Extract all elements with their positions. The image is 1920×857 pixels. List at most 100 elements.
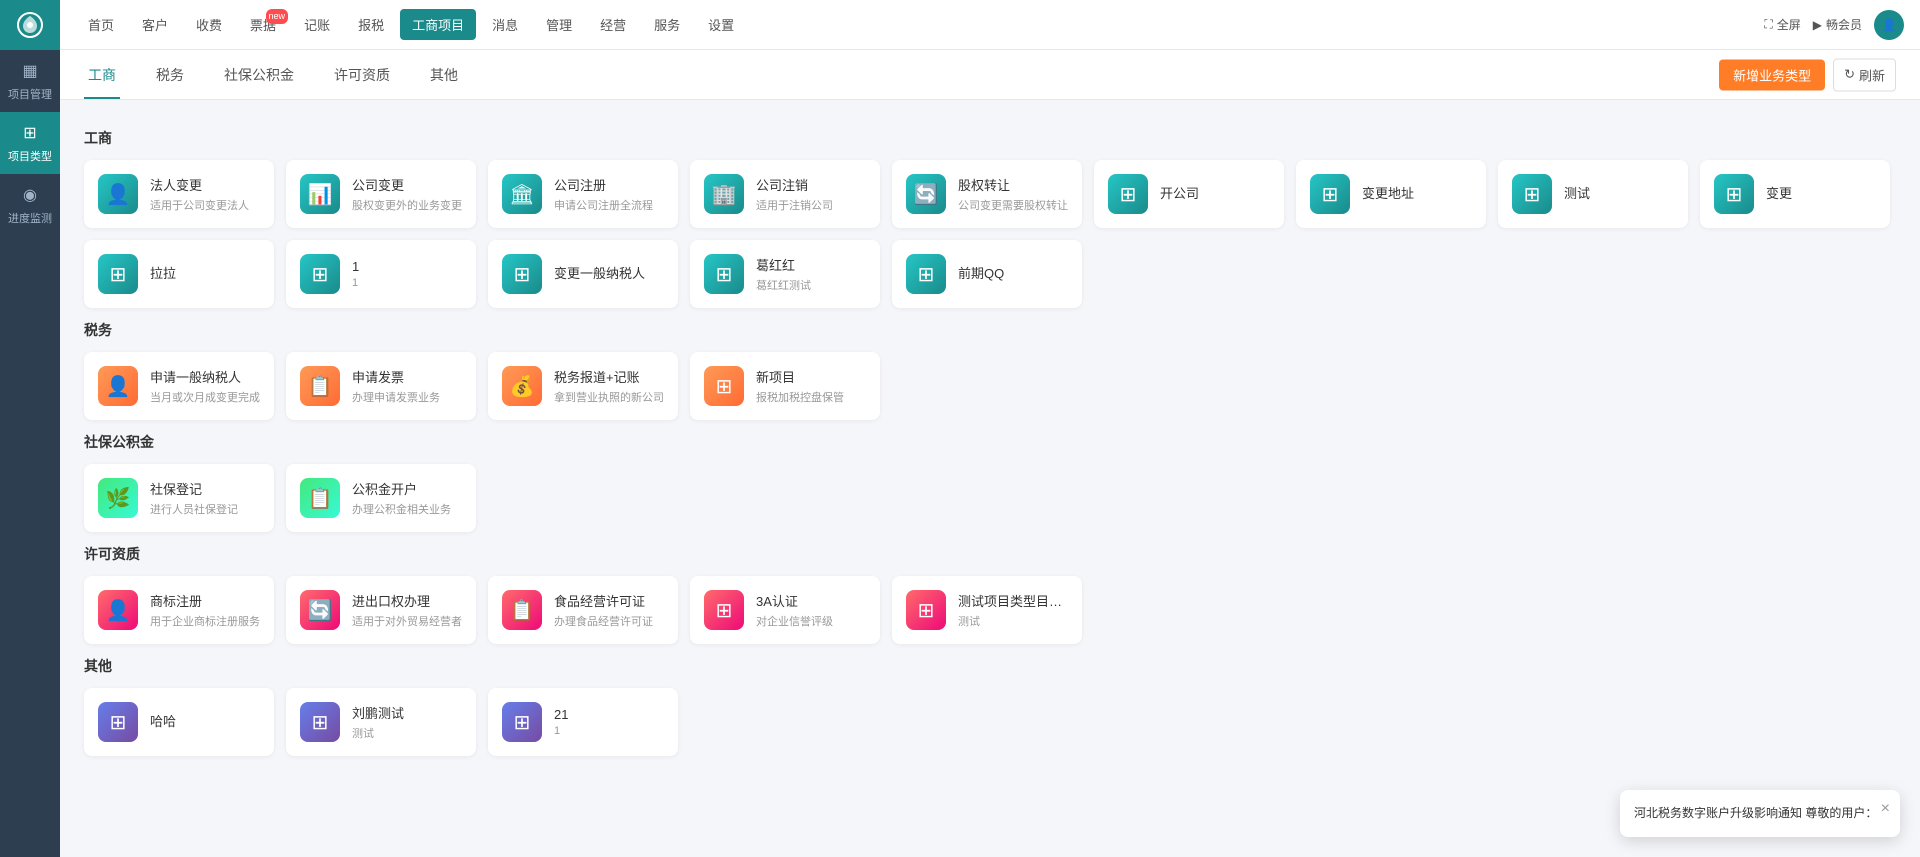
mohong-desc: 葛红红测试 (756, 277, 866, 293)
company-register-icon: 🏛 (502, 174, 542, 214)
main-content: 首页 客户 收费 票据 new 记账 报税 工商项目 消息 管理 经营 服务 设… (60, 0, 1920, 857)
card-apply-taxpayer[interactable]: 👤 申请一般纳税人 当月或次月成变更完成 (84, 352, 274, 420)
sub-navigation: 工商 税务 社保公积金 许可资质 其他 新增业务类型 ↻ 刷新 (60, 50, 1920, 100)
card-tax-report[interactable]: 💰 税务报道+记账 拿到营业执照的新公司 (488, 352, 678, 420)
card-social-register[interactable]: 🌿 社保登记 进行人员社保登记 (84, 464, 274, 532)
top-navigation: 首页 客户 收费 票据 new 记账 报税 工商项目 消息 管理 经营 服务 设… (60, 0, 1920, 50)
nav-billing[interactable]: 收费 (184, 9, 234, 40)
trademark-desc: 用于企业商标注册服务 (150, 613, 260, 629)
card-open-company[interactable]: ⊞ 开公司 (1094, 160, 1284, 228)
card-liupeng-test[interactable]: ⊞ 刘鹏测试 测试 (286, 688, 476, 756)
license-cards-grid: 👤 商标注册 用于企业商标注册服务 🔄 进出口权办理 适用于对外贸易经营者 📋 … (84, 576, 1896, 644)
nav-industry[interactable]: 工商项目 (400, 9, 476, 40)
twenty-one-icon: ⊞ (502, 702, 542, 742)
tax-cards-grid: 👤 申请一般纳税人 当月或次月成变更完成 📋 申请发票 办理申请发票业务 💰 税… (84, 352, 1896, 420)
apply-taxpayer-desc: 当月或次月成变更完成 (150, 389, 260, 405)
other-cards-grid: ⊞ 哈哈 ⊞ 刘鹏测试 测试 ⊞ 21 1 (84, 688, 1896, 756)
3a-cert-desc: 对企业信誉评级 (756, 613, 866, 629)
project-manage-icon: ▦ (19, 60, 41, 82)
nav-tax[interactable]: 报税 (346, 9, 396, 40)
import-export-title: 进出口权办理 (352, 591, 462, 610)
card-food-license[interactable]: 📋 食品经营许可证 办理食品经营许可证 (488, 576, 678, 644)
legal-change-desc: 适用于公司变更法人 (150, 197, 260, 213)
apply-invoice-icon: 📋 (300, 366, 340, 406)
card-fund-account[interactable]: 📋 公积金开户 办理公积金相关业务 (286, 464, 476, 532)
change-taxpayer-title: 变更一般纳税人 (554, 263, 664, 282)
card-test[interactable]: ⊞ 测试 (1498, 160, 1688, 228)
apply-invoice-desc: 办理申请发票业务 (352, 389, 462, 405)
nav-invoice[interactable]: 票据 new (238, 9, 288, 40)
one-title: 1 (352, 259, 462, 274)
one-icon: ⊞ (300, 254, 340, 294)
card-change-taxpayer[interactable]: ⊞ 变更一般纳税人 (488, 240, 678, 308)
company-change-icon: 📊 (300, 174, 340, 214)
card-trademark[interactable]: 👤 商标注册 用于企业商标注册服务 (84, 576, 274, 644)
subnav-industry[interactable]: 工商 (84, 53, 120, 99)
refresh-icon: ↻ (1844, 67, 1855, 83)
card-3a-cert[interactable]: ⊞ 3A认证 对企业信誉评级 (690, 576, 880, 644)
nav-settings[interactable]: 设置 (696, 9, 746, 40)
food-license-desc: 办理食品经营许可证 (554, 613, 664, 629)
user-avatar[interactable]: 👤 (1874, 10, 1904, 40)
trademark-title: 商标注册 (150, 591, 260, 610)
card-haha[interactable]: ⊞ 哈哈 (84, 688, 274, 756)
apply-taxpayer-title: 申请一般纳税人 (150, 367, 260, 386)
test-type-desc: 测试 (958, 613, 1068, 629)
other-section-title: 其他 (84, 656, 1896, 676)
apply-taxpayer-icon: 👤 (98, 366, 138, 406)
nav-client[interactable]: 客户 (130, 9, 180, 40)
card-lala[interactable]: ⊞ 拉拉 (84, 240, 274, 308)
card-apply-invoice[interactable]: 📋 申请发票 办理申请发票业务 (286, 352, 476, 420)
subnav-social[interactable]: 社保公积金 (220, 53, 298, 99)
nav-home[interactable]: 首页 (76, 9, 126, 40)
sidebar-item-project-type[interactable]: ⊞ 项目类型 (0, 112, 60, 174)
card-one[interactable]: ⊞ 1 1 (286, 240, 476, 308)
refresh-button[interactable]: ↻ 刷新 (1833, 58, 1896, 91)
legal-change-icon: 👤 (98, 174, 138, 214)
front-qq-icon: ⊞ (906, 254, 946, 294)
card-change[interactable]: ⊞ 变更 (1700, 160, 1890, 228)
lala-icon: ⊞ (98, 254, 138, 294)
subnav-actions: 新增业务类型 ↻ 刷新 (1719, 58, 1896, 91)
subnav-other[interactable]: 其他 (426, 53, 462, 99)
nav-accounting[interactable]: 记账 (292, 9, 342, 40)
change-address-icon: ⊞ (1310, 174, 1350, 214)
new-project-title: 新项目 (756, 367, 866, 386)
refresh-label: 刷新 (1859, 65, 1885, 84)
card-mohong[interactable]: ⊞ 葛红红 葛红红测试 (690, 240, 880, 308)
card-import-export[interactable]: 🔄 进出口权办理 适用于对外贸易经营者 (286, 576, 476, 644)
sidebar-item-label: 进度监测 (8, 210, 52, 226)
card-new-project[interactable]: ⊞ 新项目 报税加税控盘保管 (690, 352, 880, 420)
card-company-change[interactable]: 📊 公司变更 股权变更外的业务变更 (286, 160, 476, 228)
nav-operation[interactable]: 经营 (588, 9, 638, 40)
change-taxpayer-icon: ⊞ (502, 254, 542, 294)
card-legal-change[interactable]: 👤 法人变更 适用于公司变更法人 (84, 160, 274, 228)
subnav-license[interactable]: 许可资质 (330, 53, 394, 99)
nav-message[interactable]: 消息 (480, 9, 530, 40)
card-test-type[interactable]: ⊞ 测试项目类型目定义 测试 (892, 576, 1082, 644)
card-company-cancel[interactable]: 🏢 公司注销 适用于注销公司 (690, 160, 880, 228)
test-title: 测试 (1564, 183, 1674, 202)
change-icon: ⊞ (1714, 174, 1754, 214)
card-twenty-one[interactable]: ⊞ 21 1 (488, 688, 678, 756)
liupeng-test-icon: ⊞ (300, 702, 340, 742)
sidebar-item-progress-monitor[interactable]: ◉ 进度监测 (0, 174, 60, 236)
project-type-icon: ⊞ (19, 122, 41, 144)
nav-manage[interactable]: 管理 (534, 9, 584, 40)
card-change-address[interactable]: ⊞ 变更地址 (1296, 160, 1486, 228)
member-button[interactable]: ▶ 畅会员 (1813, 16, 1862, 33)
sidebar-item-label: 项目类型 (8, 148, 52, 164)
notification-close-button[interactable]: × (1881, 800, 1890, 818)
fullscreen-label: 全屏 (1777, 16, 1801, 33)
add-business-type-button[interactable]: 新增业务类型 (1719, 59, 1825, 90)
card-equity-transfer[interactable]: 🔄 股权转让 公司变更需要股权转让 (892, 160, 1082, 228)
fullscreen-button[interactable]: ⛶ 全屏 (1764, 16, 1800, 33)
mohong-icon: ⊞ (704, 254, 744, 294)
card-front-qq[interactable]: ⊞ 前期QQ (892, 240, 1082, 308)
company-cancel-title: 公司注销 (756, 175, 866, 194)
sidebar-item-project-manage[interactable]: ▦ 项目管理 (0, 50, 60, 112)
twenty-one-title: 21 (554, 707, 664, 722)
nav-service[interactable]: 服务 (642, 9, 692, 40)
subnav-tax[interactable]: 税务 (152, 53, 188, 99)
card-company-register[interactable]: 🏛 公司注册 申请公司注册全流程 (488, 160, 678, 228)
